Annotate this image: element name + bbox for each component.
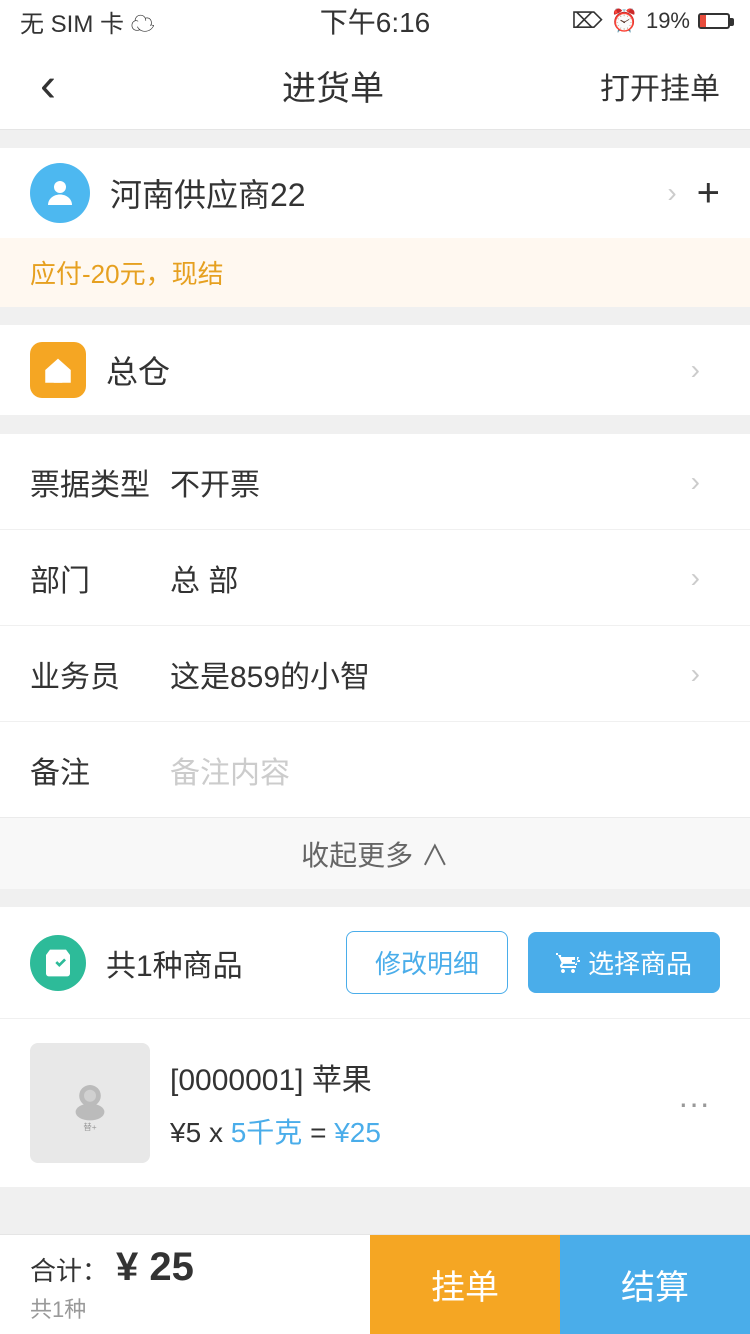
person-icon bbox=[42, 175, 78, 211]
dept-label: 部门 bbox=[30, 556, 170, 600]
nav-bar: ‹ 进货单 打开挂单 bbox=[0, 42, 750, 130]
products-section: 共1种商品 修改明细 选择商品 替+ [0000001] 苹果 bbox=[0, 907, 750, 1187]
warehouse-row[interactable]: 总仓 › bbox=[0, 325, 750, 415]
product-placeholder-icon: 替+ bbox=[60, 1073, 120, 1133]
warehouse-name: 总仓 bbox=[106, 347, 691, 393]
warning-bar: 应付-20元，现结 bbox=[0, 238, 750, 307]
battery-icon bbox=[698, 13, 730, 29]
total-value: ¥ 25 bbox=[116, 1245, 194, 1290]
total-label: 合计： bbox=[30, 1251, 108, 1288]
checkout-button[interactable]: 结算 bbox=[560, 1235, 750, 1334]
products-header: 共1种商品 修改明细 选择商品 bbox=[0, 907, 750, 1018]
shopping-bag-icon bbox=[42, 947, 74, 979]
modify-detail-button[interactable]: 修改明细 bbox=[346, 931, 508, 994]
form-section: 票据类型 不开票 › 部门 总 部 › 业务员 这是859的小智 › 备注 备注… bbox=[0, 433, 750, 889]
hang-button[interactable]: 挂单 bbox=[370, 1235, 560, 1334]
total-amount: 合计： ¥ 25 bbox=[30, 1245, 340, 1290]
back-button[interactable]: ‹ bbox=[30, 48, 66, 123]
product-thumbnail: 替+ bbox=[30, 1043, 150, 1163]
product-name: [0000001] 苹果 bbox=[170, 1055, 648, 1099]
bottom-bar: 合计： ¥ 25 共1种 挂单 结算 bbox=[0, 1234, 750, 1334]
remark-label: 备注 bbox=[30, 748, 170, 792]
home-icon bbox=[41, 353, 75, 387]
salesman-label: 业务员 bbox=[30, 652, 170, 696]
supplier-section: 河南供应商22 › + 应付-20元，现结 bbox=[0, 148, 750, 307]
dept-chevron-icon: › bbox=[691, 562, 700, 594]
dept-value: 总 部 bbox=[170, 556, 691, 600]
collapse-button[interactable]: 收起更多 ∧ bbox=[0, 817, 750, 889]
location-icon: ⌦ bbox=[571, 8, 602, 34]
products-icon bbox=[30, 935, 86, 991]
supplier-name: 河南供应商22 bbox=[110, 170, 667, 216]
product-price: ¥5 x 5千克 = ¥25 bbox=[170, 1111, 648, 1151]
cart-plus-icon bbox=[556, 951, 580, 975]
product-more-button[interactable]: ··· bbox=[668, 1075, 720, 1132]
supplier-row[interactable]: 河南供应商22 › + bbox=[0, 148, 750, 238]
warehouse-section: 总仓 › bbox=[0, 325, 750, 415]
invoice-row[interactable]: 票据类型 不开票 › bbox=[0, 433, 750, 529]
alarm-icon: ⏰ bbox=[611, 8, 638, 34]
status-right: ⌦ ⏰ 19% bbox=[571, 8, 730, 34]
warehouse-chevron-icon: › bbox=[691, 354, 700, 386]
add-supplier-button[interactable]: + bbox=[697, 171, 720, 216]
dept-row[interactable]: 部门 总 部 › bbox=[0, 529, 750, 625]
status-bar: 无 SIM 卡 ☁ 下午6:16 ⌦ ⏰ 19% bbox=[0, 0, 750, 42]
remark-input[interactable]: 备注内容 bbox=[170, 748, 720, 792]
product-info: [0000001] 苹果 ¥5 x 5千克 = ¥25 bbox=[170, 1055, 648, 1151]
select-product-button[interactable]: 选择商品 bbox=[528, 932, 720, 993]
status-left: 无 SIM 卡 ☁ bbox=[20, 4, 155, 39]
total-sub: 共1种 bbox=[30, 1292, 340, 1324]
supplier-avatar bbox=[30, 163, 90, 223]
salesman-chevron-icon: › bbox=[691, 658, 700, 690]
invoice-value: 不开票 bbox=[170, 460, 691, 504]
chevron-right-icon: › bbox=[667, 177, 676, 209]
page-title: 进货单 bbox=[282, 61, 384, 110]
product-item: 替+ [0000001] 苹果 ¥5 x 5千克 = ¥25 ··· bbox=[0, 1018, 750, 1187]
invoice-label: 票据类型 bbox=[30, 460, 170, 504]
open-hang-button[interactable]: 打开挂单 bbox=[600, 64, 720, 108]
svg-text:替+: 替+ bbox=[83, 1122, 96, 1132]
battery-level: 19% bbox=[646, 8, 690, 34]
total-section: 合计： ¥ 25 共1种 bbox=[0, 1235, 370, 1334]
products-count: 共1种商品 bbox=[106, 941, 326, 985]
status-time: 下午6:16 bbox=[320, 1, 431, 41]
salesman-row[interactable]: 业务员 这是859的小智 › bbox=[0, 625, 750, 721]
salesman-value: 这是859的小智 bbox=[170, 652, 691, 696]
sim-status: 无 SIM 卡 ☁ bbox=[20, 4, 155, 39]
invoice-chevron-icon: › bbox=[691, 466, 700, 498]
remark-row[interactable]: 备注 备注内容 bbox=[0, 721, 750, 817]
warehouse-icon bbox=[30, 342, 86, 398]
